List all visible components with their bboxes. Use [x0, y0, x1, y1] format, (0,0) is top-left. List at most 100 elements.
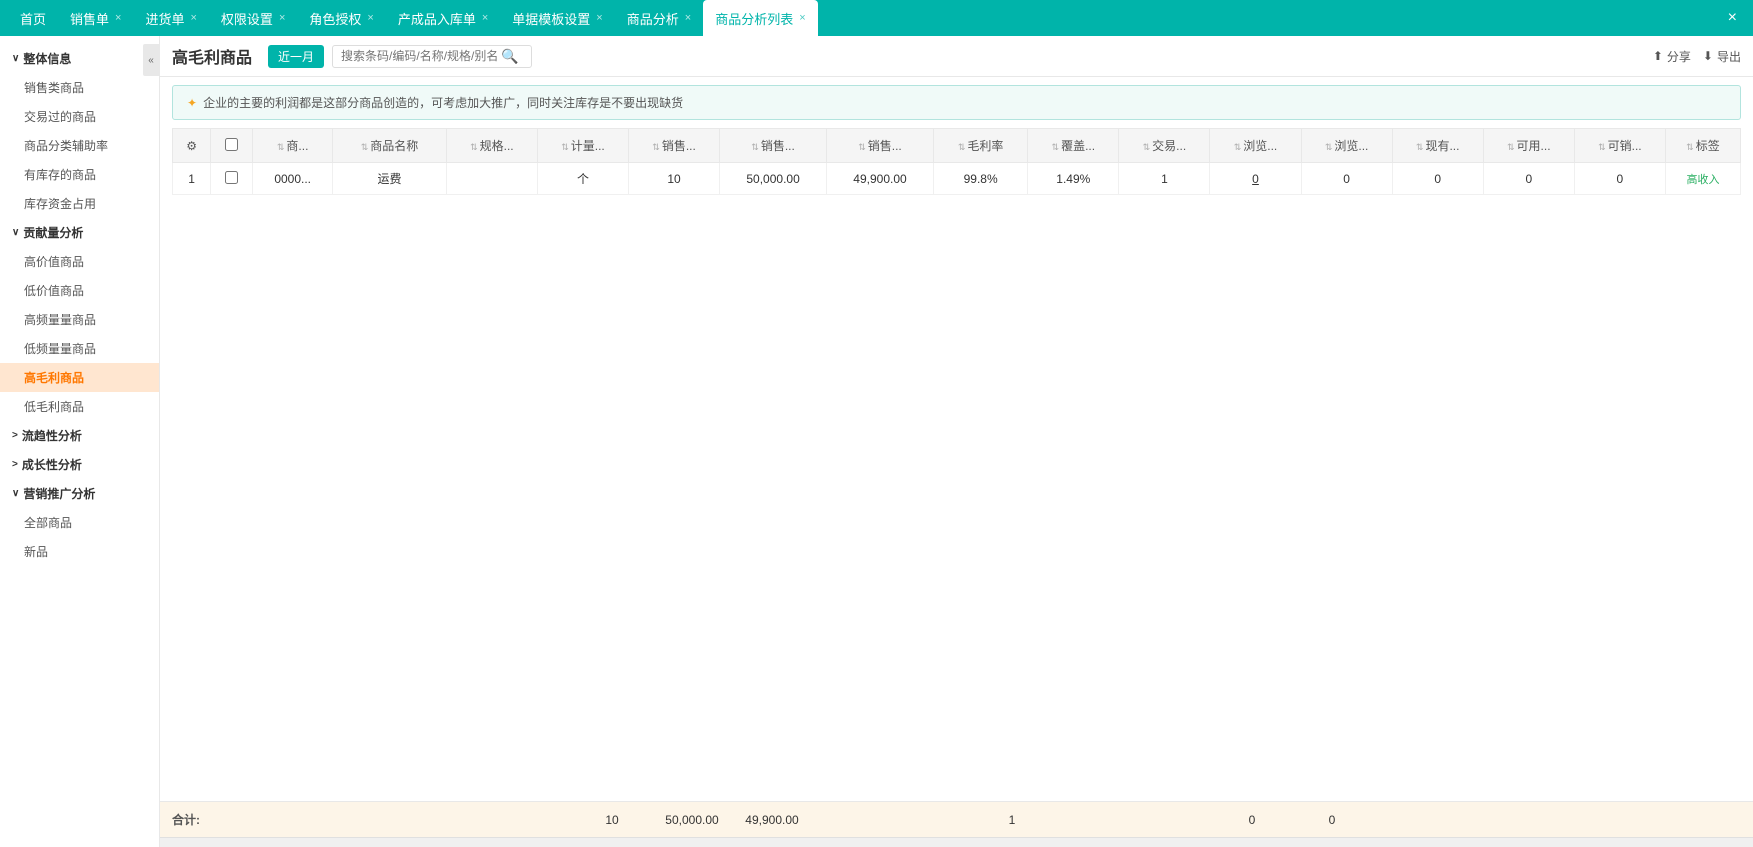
nav-item-purchase[interactable]: 进货单×	[133, 0, 208, 36]
footer-transaction: 1	[972, 813, 1052, 827]
col-sort-icon: ⇅	[1598, 142, 1606, 152]
footer-empty2	[332, 813, 412, 827]
share-button[interactable]: ⬆ 分享	[1653, 48, 1691, 65]
col-header-sales-amount[interactable]: ⇅销售...	[720, 129, 827, 163]
info-text: 企业的主要的利润都是这部分商品创造的，可考虑加大推广，同时关注库存是不要出现缺货	[203, 94, 683, 111]
select-all-checkbox[interactable]	[225, 138, 238, 151]
row-browse1: 0	[1210, 163, 1301, 195]
sidebar-item-high-freq[interactable]: 高频量量商品	[0, 305, 159, 334]
arrow-icon: >	[12, 430, 18, 441]
sidebar-group-marketing-analysis[interactable]: ∨营销推广分析	[0, 479, 159, 508]
row-transaction: 1	[1119, 163, 1210, 195]
close-tab-single-template[interactable]: ×	[596, 12, 602, 24]
sidebar-item-low-value[interactable]: 低价值商品	[0, 276, 159, 305]
col-header-available2[interactable]: ⇅可用...	[1483, 129, 1574, 163]
sidebar-item-stock-capital[interactable]: 库存资金占用	[0, 189, 159, 218]
sidebar-group-wealth-analysis[interactable]: ∨贡献量分析	[0, 218, 159, 247]
sidebar-item-low-margin[interactable]: 低毛利商品	[0, 392, 159, 421]
nav-item-product-entry[interactable]: 产成品入库单×	[386, 0, 500, 36]
nav-item-product-analysis[interactable]: 商品分析×	[615, 0, 703, 36]
footer-sales-profit: 49,900.00	[732, 813, 812, 827]
col-header-sales-profit[interactable]: ⇅销售...	[827, 129, 934, 163]
sidebar-group-trend-analysis[interactable]: >流趋性分析	[0, 421, 159, 450]
table-wrapper: ⚙⇅商...⇅商品名称⇅规格...⇅计量...⇅销售...⇅销售...⇅销售..…	[160, 128, 1753, 801]
arrow-icon: >	[12, 459, 18, 470]
sidebar-item-new-goods[interactable]: 新品	[0, 537, 159, 566]
sidebar-item-goods-analysis[interactable]: 商品分类辅助率	[0, 131, 159, 160]
col-header-name[interactable]: ⇅商品名称	[333, 129, 447, 163]
col-header-tag[interactable]: ⇅标签	[1665, 129, 1740, 163]
arrow-icon: ∨	[12, 227, 19, 238]
col-header-coverage[interactable]: ⇅覆盖...	[1028, 129, 1119, 163]
row-sales-qty: 10	[629, 163, 720, 195]
browse-link[interactable]: 0	[1252, 172, 1259, 186]
row-available2: 0	[1483, 163, 1574, 195]
nav-item-product-analysis-list[interactable]: 商品分析列表×	[703, 0, 817, 36]
info-banner: ✦ 企业的主要的利润都是这部分商品创造的，可考虑加大推广，同时关注库存是不要出现…	[172, 85, 1741, 120]
header-actions: ⬆ 分享 ⬇ 导出	[1653, 48, 1741, 65]
footer-empty7	[1052, 813, 1132, 827]
bottom-scrollbar[interactable]	[160, 837, 1753, 847]
col-header-unit[interactable]: ⇅计量...	[537, 129, 628, 163]
sidebar-item-high-margin[interactable]: 高毛利商品	[0, 363, 159, 392]
close-tab-sales[interactable]: ×	[115, 12, 121, 24]
nav-item-home[interactable]: 首页	[8, 0, 58, 36]
col-header-browse1[interactable]: ⇅浏览...	[1210, 129, 1301, 163]
nav-item-sales[interactable]: 销售单×	[58, 0, 133, 36]
export-icon: ⬇	[1703, 49, 1713, 63]
sidebar-item-sales-goods[interactable]: 销售类商品	[0, 73, 159, 102]
sidebar-item-all-goods[interactable]: 全部商品	[0, 508, 159, 537]
search-box: 🔍	[332, 45, 532, 68]
col-sort-icon: ⇅	[561, 142, 569, 152]
share-icon: ⬆	[1653, 49, 1663, 63]
col-header-index[interactable]: ⚙	[173, 129, 211, 163]
col-sort-icon: ⇅	[277, 142, 285, 152]
close-tab-product-analysis[interactable]: ×	[685, 12, 691, 24]
nav-item-auth-settings[interactable]: 权限设置×	[209, 0, 297, 36]
close-tab-product-entry[interactable]: ×	[482, 12, 488, 24]
row-select-checkbox[interactable]	[225, 171, 238, 184]
footer-sales-amount: 50,000.00	[652, 813, 732, 827]
sidebar-item-stocked-goods[interactable]: 有库存的商品	[0, 160, 159, 189]
col-header-transaction[interactable]: ⇅交易...	[1119, 129, 1210, 163]
close-tab-role-auth[interactable]: ×	[367, 12, 373, 24]
footer-empty5	[812, 813, 892, 827]
footer-totals: 合计: 10 50,000.00 49,900.00 1 0 0	[160, 801, 1753, 837]
col-header-spec[interactable]: ⇅规格...	[446, 129, 537, 163]
col-header-code[interactable]: ⇅商...	[253, 129, 333, 163]
search-icon[interactable]: 🔍	[501, 48, 518, 65]
content-header: 高毛利商品 近一月 🔍 ⬆ 分享 ⬇ 导出	[160, 36, 1753, 77]
export-button[interactable]: ⬇ 导出	[1703, 48, 1741, 65]
col-header-checkbox[interactable]	[211, 129, 253, 163]
content-area: 高毛利商品 近一月 🔍 ⬆ 分享 ⬇ 导出 ✦ 企业的主要的利润都是这部分商品创…	[160, 36, 1753, 847]
nav-item-single-template[interactable]: 单据模板设置×	[500, 0, 614, 36]
arrow-icon: ∨	[12, 488, 19, 499]
col-header-browse2[interactable]: ⇅浏览...	[1301, 129, 1392, 163]
nav-item-role-auth[interactable]: 角色授权×	[297, 0, 385, 36]
close-all-tabs[interactable]: ×	[1720, 9, 1745, 27]
goods-table: ⚙⇅商...⇅商品名称⇅规格...⇅计量...⇅销售...⇅销售...⇅销售..…	[172, 128, 1741, 195]
date-filter-button[interactable]: 近一月	[268, 45, 324, 68]
close-tab-product-analysis-list[interactable]: ×	[799, 12, 805, 24]
footer-empty4	[492, 813, 572, 827]
search-input[interactable]	[341, 49, 501, 63]
close-tab-auth-settings[interactable]: ×	[279, 12, 285, 24]
sidebar-item-low-freq[interactable]: 低频量量商品	[0, 334, 159, 363]
sidebar-item-traded-goods[interactable]: 交易过的商品	[0, 102, 159, 131]
col-header-saleable[interactable]: ⇅可销...	[1574, 129, 1665, 163]
col-header-available1[interactable]: ⇅现有...	[1392, 129, 1483, 163]
sidebar-item-high-value[interactable]: 高价值商品	[0, 247, 159, 276]
col-sort-icon: ⇅	[361, 142, 369, 152]
col-sort-icon: ⇅	[470, 142, 478, 152]
close-tab-purchase[interactable]: ×	[190, 12, 196, 24]
sidebar-collapse-button[interactable]: «	[143, 44, 159, 76]
settings-icon[interactable]: ⚙	[186, 139, 197, 153]
sidebar-group-overall-info[interactable]: ∨整体信息	[0, 44, 159, 73]
col-header-margin-rate[interactable]: ⇅毛利率	[933, 129, 1027, 163]
col-header-sales-qty[interactable]: ⇅销售...	[629, 129, 720, 163]
row-checkbox	[211, 163, 253, 195]
footer-empty3	[412, 813, 492, 827]
export-label: 导出	[1717, 48, 1741, 65]
col-sort-icon: ⇅	[1416, 142, 1424, 152]
sidebar-group-growth-analysis[interactable]: >成长性分析	[0, 450, 159, 479]
